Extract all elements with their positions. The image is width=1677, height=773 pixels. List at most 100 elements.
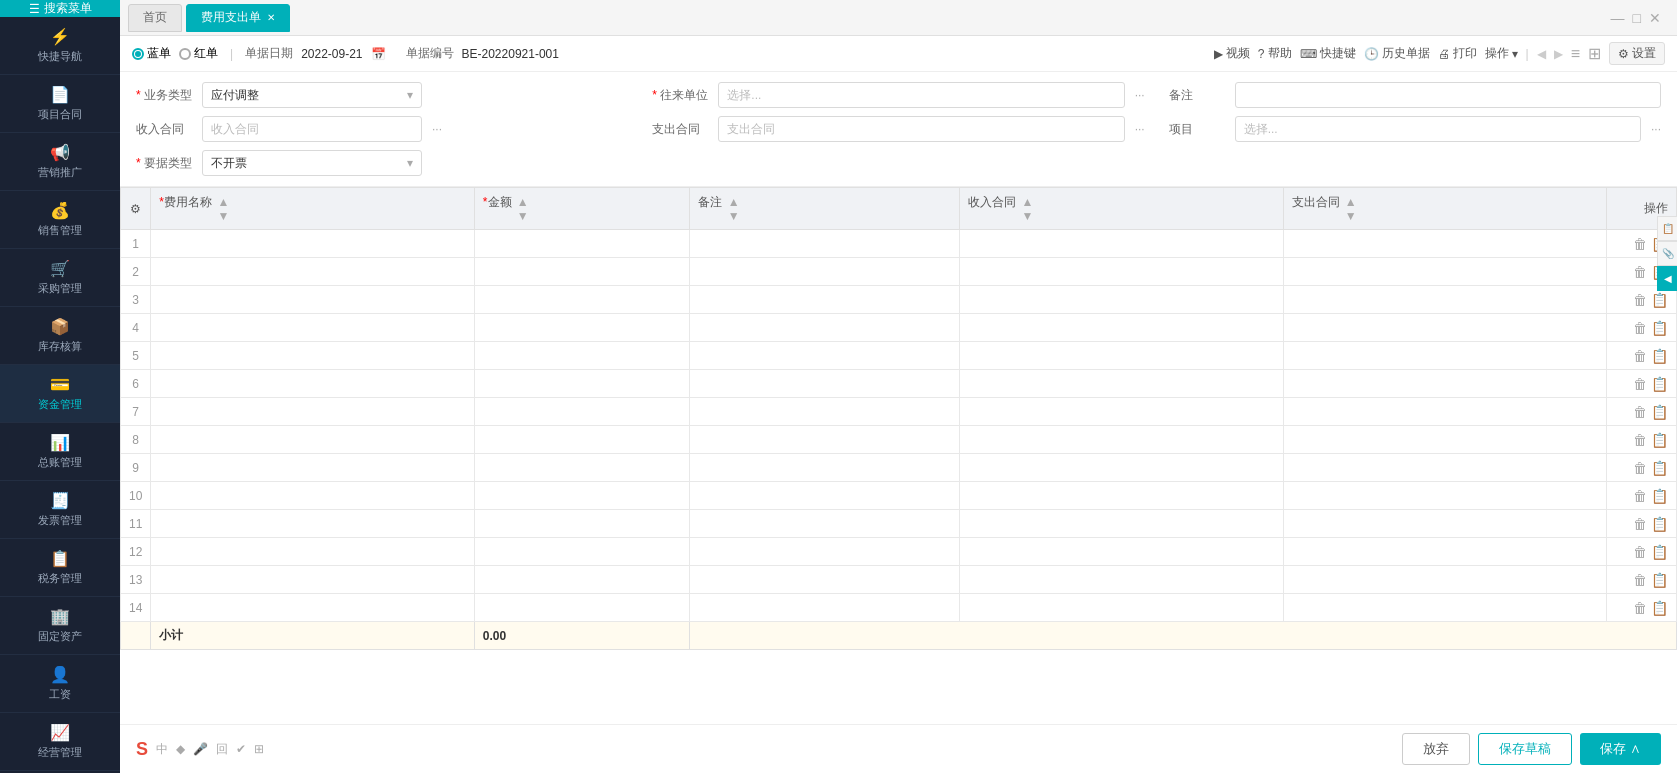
sidebar-item-inventory[interactable]: 📦 库存核算 xyxy=(0,307,120,365)
note-cell-2[interactable] xyxy=(690,258,960,286)
operation-button[interactable]: 操作 ▾ xyxy=(1485,45,1518,62)
sidebar-item-project-contract[interactable]: 📄 项目合同 xyxy=(0,75,120,133)
business-type-input[interactable]: 应付调整 ▾ xyxy=(202,82,422,108)
sidebar-item-fixed-assets[interactable]: 🏢 固定资产 xyxy=(0,597,120,655)
floating-attach[interactable]: 📎 xyxy=(1657,241,1677,266)
expense-contract-cell-6[interactable] xyxy=(1283,370,1607,398)
delete-icon-2[interactable]: 🗑 xyxy=(1633,264,1647,280)
note-cell-6[interactable] xyxy=(690,370,960,398)
save-draft-button[interactable]: 保存草稿 xyxy=(1478,733,1572,765)
note-cell-5[interactable] xyxy=(690,342,960,370)
expense-name-cell-14[interactable] xyxy=(151,594,474,622)
expense-name-cell-13[interactable] xyxy=(151,566,474,594)
sidebar-item-purchase[interactable]: 🛒 采购管理 xyxy=(0,249,120,307)
copy-icon-12[interactable]: 📋 xyxy=(1651,544,1668,560)
history-button[interactable]: 🕒 历史单据 xyxy=(1364,45,1430,62)
delete-icon-3[interactable]: 🗑 xyxy=(1633,292,1647,308)
income-contract-cell-14[interactable] xyxy=(960,594,1283,622)
income-contract-input[interactable]: 收入合同 xyxy=(202,116,422,142)
help-button[interactable]: ? 帮助 xyxy=(1258,45,1292,62)
copy-icon-13[interactable]: 📋 xyxy=(1651,572,1668,588)
floating-clipboard[interactable]: 📋 xyxy=(1657,216,1677,241)
income-contract-cell-7[interactable] xyxy=(960,398,1283,426)
amount-cell-11[interactable] xyxy=(474,510,690,538)
th-gear[interactable]: ⚙ xyxy=(121,188,151,230)
radio-blue[interactable]: 蓝单 xyxy=(132,45,171,62)
radio-red[interactable]: 红单 xyxy=(179,45,218,62)
income-contract-cell-2[interactable] xyxy=(960,258,1283,286)
expense-name-cell-8[interactable] xyxy=(151,426,474,454)
close-button[interactable]: ✕ xyxy=(1649,10,1661,26)
note-cell-9[interactable] xyxy=(690,454,960,482)
expense-contract-cell-14[interactable] xyxy=(1283,594,1607,622)
income-contract-cell-13[interactable] xyxy=(960,566,1283,594)
amount-cell-3[interactable] xyxy=(474,286,690,314)
th-note[interactable]: 备注 ▲▼ xyxy=(690,188,960,230)
income-contract-cell-5[interactable] xyxy=(960,342,1283,370)
expense-contract-dots[interactable]: ··· xyxy=(1135,122,1145,136)
amount-cell-7[interactable] xyxy=(474,398,690,426)
delete-icon-12[interactable]: 🗑 xyxy=(1633,544,1647,560)
delete-icon-8[interactable]: 🗑 xyxy=(1633,432,1647,448)
footer-icon-4[interactable]: 回 xyxy=(216,741,228,758)
amount-cell-6[interactable] xyxy=(474,370,690,398)
delete-icon-6[interactable]: 🗑 xyxy=(1633,376,1647,392)
expense-name-cell-12[interactable] xyxy=(151,538,474,566)
sidebar-item-accounting[interactable]: 📊 总账管理 xyxy=(0,423,120,481)
delete-icon-7[interactable]: 🗑 xyxy=(1633,404,1647,420)
copy-icon-4[interactable]: 📋 xyxy=(1651,320,1668,336)
copy-icon-8[interactable]: 📋 xyxy=(1651,432,1668,448)
income-contract-cell-12[interactable] xyxy=(960,538,1283,566)
partner-input[interactable]: 选择... xyxy=(718,82,1124,108)
expense-name-cell-1[interactable] xyxy=(151,230,474,258)
amount-cell-9[interactable] xyxy=(474,454,690,482)
expense-name-cell-3[interactable] xyxy=(151,286,474,314)
expense-name-cell-5[interactable] xyxy=(151,342,474,370)
expense-contract-cell-9[interactable] xyxy=(1283,454,1607,482)
project-dots[interactable]: ··· xyxy=(1651,122,1661,136)
income-contract-cell-9[interactable] xyxy=(960,454,1283,482)
note-cell-10[interactable] xyxy=(690,482,960,510)
expense-name-cell-10[interactable] xyxy=(151,482,474,510)
income-contract-cell-1[interactable] xyxy=(960,230,1283,258)
partner-dots[interactable]: ··· xyxy=(1135,88,1145,102)
copy-icon-14[interactable]: 📋 xyxy=(1651,600,1668,616)
income-contract-cell-6[interactable] xyxy=(960,370,1283,398)
footer-icon-3[interactable]: 🎤 xyxy=(193,742,208,756)
copy-icon-3[interactable]: 📋 xyxy=(1651,292,1668,308)
sidebar-item-marketing[interactable]: 📢 营销推广 xyxy=(0,133,120,191)
sidebar-item-tax[interactable]: 📋 税务管理 xyxy=(0,539,120,597)
copy-icon-6[interactable]: 📋 xyxy=(1651,376,1668,392)
floating-collapse[interactable]: ◀ xyxy=(1657,266,1677,291)
list-view-icon[interactable]: ≡ xyxy=(1571,45,1580,63)
note-cell-1[interactable] xyxy=(690,230,960,258)
expense-name-cell-4[interactable] xyxy=(151,314,474,342)
amount-cell-12[interactable] xyxy=(474,538,690,566)
delete-icon-4[interactable]: 🗑 xyxy=(1633,320,1647,336)
expense-contract-cell-11[interactable] xyxy=(1283,510,1607,538)
discard-button[interactable]: 放弃 xyxy=(1402,733,1470,765)
amount-cell-14[interactable] xyxy=(474,594,690,622)
expense-contract-input[interactable]: 支出合同 xyxy=(718,116,1124,142)
maximize-button[interactable]: □ xyxy=(1633,10,1641,26)
expense-name-cell-11[interactable] xyxy=(151,510,474,538)
sidebar-item-quick-nav[interactable]: ⚡ 快捷导航 xyxy=(0,17,120,75)
grid-view-icon[interactable]: ⊞ xyxy=(1588,44,1601,63)
income-contract-cell-3[interactable] xyxy=(960,286,1283,314)
project-input[interactable]: 选择... xyxy=(1235,116,1641,142)
tab-expense-close[interactable]: ✕ xyxy=(267,12,275,23)
sidebar-item-capital[interactable]: 💳 资金管理 xyxy=(0,365,120,423)
tab-home[interactable]: 首页 xyxy=(128,4,182,32)
save-button[interactable]: 保存 ∧ xyxy=(1580,733,1661,765)
copy-icon-9[interactable]: 📋 xyxy=(1651,460,1668,476)
amount-cell-4[interactable] xyxy=(474,314,690,342)
footer-icon-1[interactable]: 中 xyxy=(156,741,168,758)
delete-icon-5[interactable]: 🗑 xyxy=(1633,348,1647,364)
amount-cell-8[interactable] xyxy=(474,426,690,454)
calendar-icon[interactable]: 📅 xyxy=(371,47,386,61)
expense-contract-cell-10[interactable] xyxy=(1283,482,1607,510)
minimize-button[interactable]: — xyxy=(1611,10,1625,26)
set-button[interactable]: ⚙ 设置 xyxy=(1609,42,1665,65)
expense-contract-cell-2[interactable] xyxy=(1283,258,1607,286)
note-cell-11[interactable] xyxy=(690,510,960,538)
